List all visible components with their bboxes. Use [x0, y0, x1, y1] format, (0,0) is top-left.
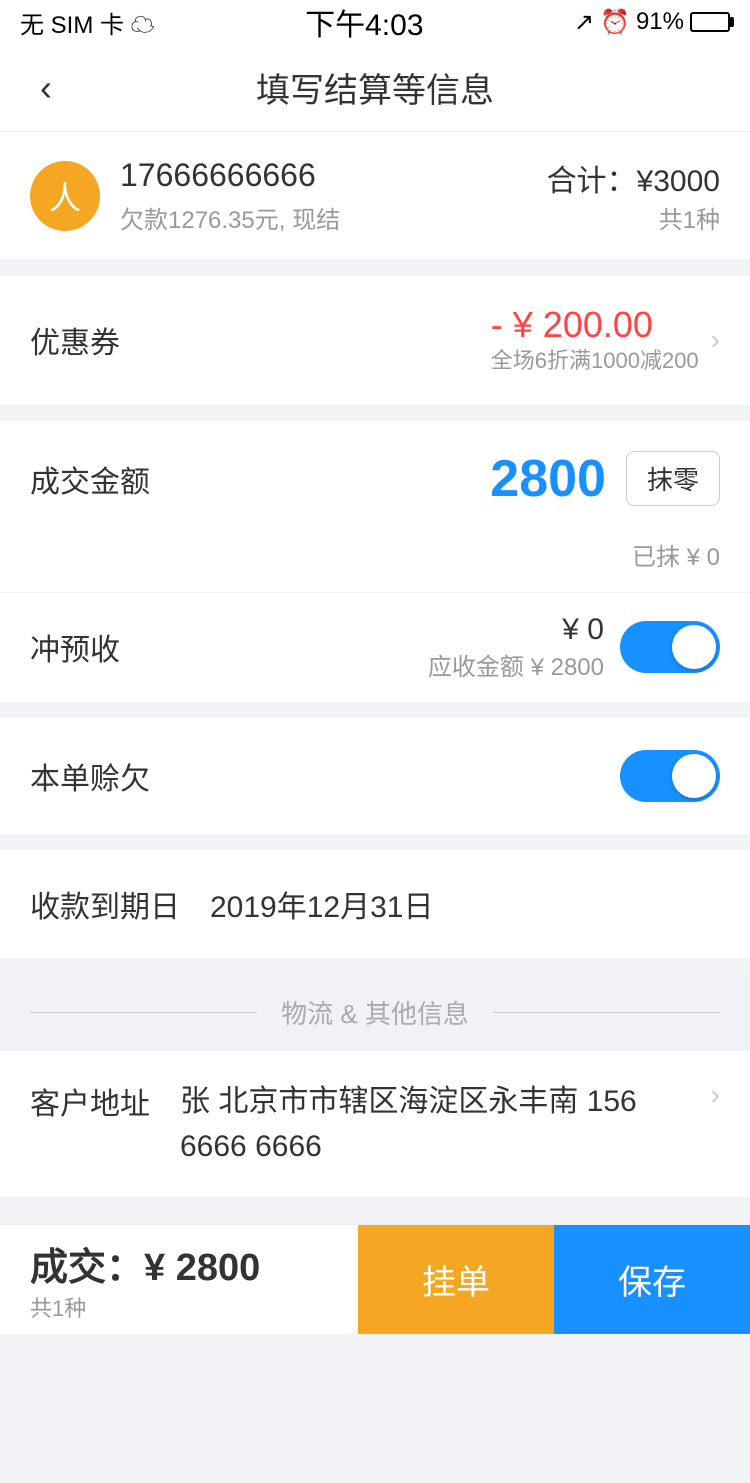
bottom-bar: 成交：¥ 2800 共1种 挂单 保存 [0, 1224, 750, 1334]
save-button[interactable]: 保存 [554, 1225, 750, 1334]
address-arrow-icon: › [711, 1079, 720, 1111]
coupon-section: 优惠券 - ¥ 200.00 全场6折满1000减200 › [0, 275, 750, 405]
location-icon: ↗ [574, 8, 594, 37]
due-date-label: 收款到期日 [30, 882, 180, 926]
divider-text: 物流 & 其他信息 [257, 994, 493, 1031]
alarm-icon: ⏰ [600, 8, 630, 37]
bottom-deal-label: 成交： [30, 1247, 144, 1289]
pre-collect-toggle[interactable] [620, 621, 720, 673]
battery-icon [690, 12, 730, 32]
pre-collect-amount: ¥ 0 应收金额 ¥ 2800 [428, 613, 604, 682]
bottom-count: 共1种 [30, 1291, 328, 1323]
coupon-discount: - ¥ 200.00 [491, 304, 699, 346]
customer-left: 人 17666666666 欠款1276.35元, 现结 [30, 157, 340, 235]
debt-row: 本单赊欠 [0, 718, 750, 834]
pre-amount-sub: 应收金额 ¥ 2800 [428, 647, 604, 682]
deal-right: 2800 抹零 [490, 449, 720, 509]
pre-collect-label: 冲预收 [30, 625, 120, 669]
customer-row: 人 17666666666 欠款1276.35元, 现结 合计：¥3000 共1… [0, 132, 750, 259]
address-row[interactable]: 客户地址 张 北京市市辖区海淀区永丰南 156 6666 6666 › [0, 1051, 750, 1197]
customer-right: 合计：¥3000 共1种 [547, 156, 720, 235]
battery-percent: 91% [636, 8, 684, 36]
hang-button[interactable]: 挂单 [358, 1225, 554, 1334]
divider-line-right [493, 1012, 720, 1013]
customer-info: 17666666666 欠款1276.35元, 现结 [120, 157, 340, 235]
debt-toggle-knob [672, 754, 716, 798]
avatar: 人 [30, 161, 100, 231]
nav-header: ‹ 填写结算等信息 [0, 44, 750, 132]
debt-toggle[interactable] [620, 750, 720, 802]
customer-debt: 欠款1276.35元, 现结 [120, 200, 340, 235]
round-button[interactable]: 抹零 [626, 451, 720, 506]
deal-row: 成交金额 2800 抹零 [0, 421, 750, 537]
pre-collect-row: 冲预收 ¥ 0 应收金额 ¥ 2800 [0, 592, 750, 702]
status-right: ↗ ⏰ 91% [574, 8, 730, 37]
due-date-value: 2019年12月31日 [210, 882, 433, 926]
pre-amount-main: ¥ 0 [428, 613, 604, 647]
pre-collect-right: ¥ 0 应收金额 ¥ 2800 [428, 613, 720, 682]
address-value: 张 北京市市辖区海淀区永丰南 156 6666 6666 [180, 1079, 711, 1169]
deal-label: 成交金额 [30, 457, 150, 501]
due-date-row: 收款到期日 2019年12月31日 [0, 850, 750, 958]
divider-line-left [30, 1012, 257, 1013]
back-button[interactable]: ‹ [30, 57, 62, 119]
toggle-knob [672, 625, 716, 669]
deal-sub-text: 已抹 ¥ 0 [0, 537, 750, 592]
coupon-row[interactable]: 优惠券 - ¥ 200.00 全场6折满1000减200 › [0, 275, 750, 405]
bottom-deal-amount: ¥ 2800 [144, 1247, 260, 1289]
bottom-summary: 成交：¥ 2800 共1种 [0, 1225, 358, 1334]
coupon-desc: 全场6折满1000减200 [491, 346, 699, 377]
customer-phone: 17666666666 [120, 157, 340, 194]
deal-amount: 2800 [490, 449, 606, 509]
deal-section: 成交金额 2800 抹零 已抹 ¥ 0 冲预收 ¥ 0 应收金额 ¥ 2800 [0, 421, 750, 702]
address-label: 客户地址 [30, 1079, 150, 1123]
sim-label: 无 SIM 卡 ☁ [20, 5, 155, 40]
total-amount: 合计：¥3000 [547, 156, 720, 200]
bottom-deal-row: 成交：¥ 2800 [30, 1236, 328, 1291]
debt-label: 本单赊欠 [30, 754, 150, 798]
coupon-right: - ¥ 200.00 全场6折满1000减200 › [491, 304, 720, 377]
status-time: 下午4:03 [305, 0, 423, 44]
coupon-arrow-icon: › [711, 324, 720, 356]
status-bar: 无 SIM 卡 ☁ 下午4:03 ↗ ⏰ 91% [0, 0, 750, 44]
coupon-label: 优惠券 [30, 318, 120, 362]
status-left: 无 SIM 卡 ☁ [20, 5, 155, 40]
total-count: 共1种 [547, 200, 720, 235]
page-title: 填写结算等信息 [256, 63, 494, 112]
divider-section: 物流 & 其他信息 [0, 974, 750, 1051]
